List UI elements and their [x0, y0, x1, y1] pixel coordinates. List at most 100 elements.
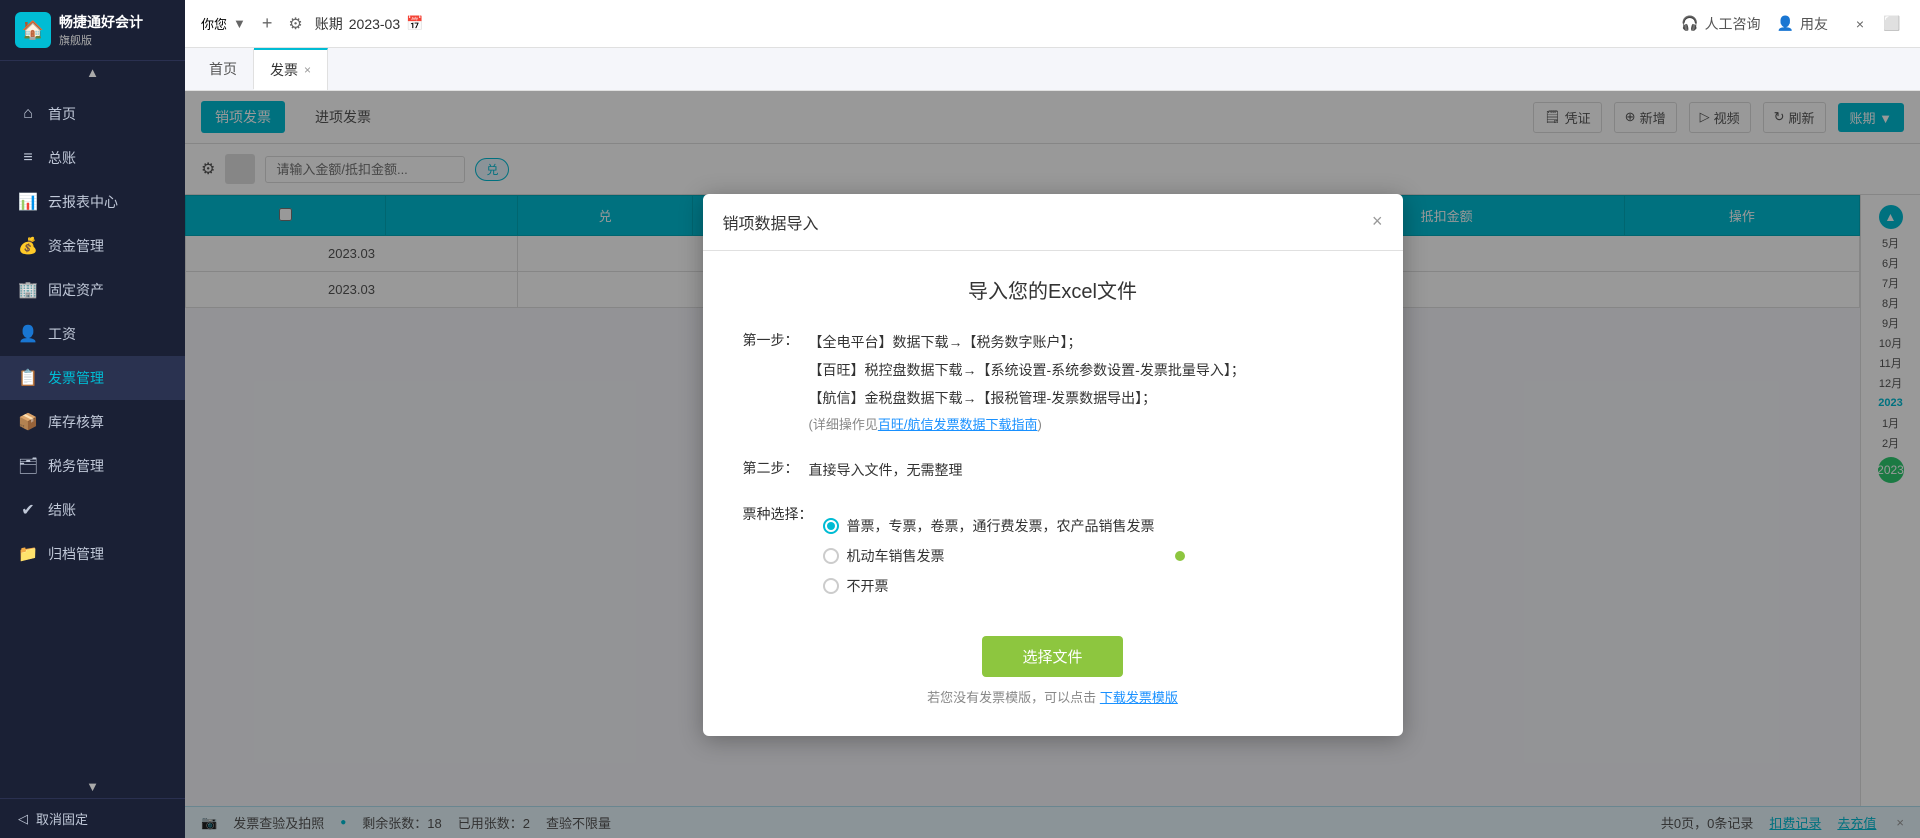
step1-link[interactable]: 百旺/航信发票数据下载指南 [878, 417, 1038, 432]
sidebar-label-home: 首页 [48, 104, 76, 124]
step1-label: 第一步： [743, 330, 799, 350]
modal-step2: 第二步： 直接导入文件，无需整理 [743, 456, 1363, 484]
sidebar-item-salary[interactable]: 👤 工资 [0, 312, 185, 356]
step1-line1: 【全电平台】数据下载→【税务数字账户】； [809, 328, 1245, 356]
step2-text: 直接导入文件，无需整理 [809, 462, 963, 478]
topbar-username: 你您 [201, 14, 227, 33]
modal-main-title: 导入您的Excel文件 [743, 275, 1363, 304]
tab-invoice[interactable]: 发票 × [254, 48, 328, 90]
sidebar-item-ledger[interactable]: ≡ 总账 [0, 136, 185, 180]
radio-circle-1 [823, 518, 839, 534]
sidebar-scroll-down[interactable]: ▼ [0, 775, 185, 798]
radio-circle-2 [823, 548, 839, 564]
logo-sub: 旗舰版 [59, 32, 143, 48]
radio-label-3: 不开票 [847, 576, 889, 596]
sidebar-label-asset: 固定资产 [48, 280, 104, 300]
topbar: 你您 ▼ + ⚙ 账期 2023-03 📅 🎧 人工咨询 👤 用友 [185, 0, 1920, 48]
radio-circle-3 [823, 578, 839, 594]
sidebar: 🏠 畅捷通好会计 旗舰版 ▲ ⌂ 首页 ≡ 总账 📊 云报表中心 💰 资金管理 [0, 0, 185, 838]
radio-dot-1 [827, 522, 835, 530]
sidebar-label-fund: 资金管理 [48, 236, 104, 256]
sidebar-unpin[interactable]: ◁ 取消固定 [0, 798, 185, 838]
ticket-label: 票种选择： [743, 504, 813, 524]
content-area: 销项发票 进项发票 🗒 凭证 ⊕ 新增 [185, 91, 1920, 838]
step1-hint: (详细操作见百旺/航信发票数据下载指南) [809, 412, 1245, 438]
logo-title: 畅捷通好会计 [59, 12, 143, 32]
step2-label: 第二步： [743, 458, 799, 478]
sidebar-item-fund[interactable]: 💰 资金管理 [0, 224, 185, 268]
modal-footer: 若您没有发票模版，可以点击 下载发票模版 [743, 687, 1363, 706]
modal-header: 销项数据导入 × [703, 194, 1403, 251]
ledger-icon: ≡ [18, 149, 38, 167]
user-avatar-icon: 👤 [1777, 15, 1794, 32]
radio-option-2[interactable]: 机动车销售发票 [823, 546, 1155, 566]
calendar-icon[interactable]: 📅 [406, 15, 423, 32]
sidebar-label-ledger: 总账 [48, 148, 76, 168]
modal-overlay: 销项数据导入 × 导入您的Excel文件 第一步： 【全电平台】数据下载→【税务… [185, 91, 1920, 838]
period-text-label: 账期 [315, 14, 343, 34]
step2-content: 直接导入文件，无需整理 [809, 456, 963, 484]
sidebar-item-archive[interactable]: 📁 归档管理 [0, 532, 185, 576]
topbar-add-button[interactable]: + [258, 13, 277, 34]
topbar-user[interactable]: 你您 ▼ [201, 14, 246, 33]
modal-close-button[interactable]: × [1372, 211, 1383, 232]
modal-body: 导入您的Excel文件 第一步： 【全电平台】数据下载→【税务数字账户】； 【百… [703, 251, 1403, 736]
tooltip-connector-dot [1175, 551, 1185, 561]
sidebar-label-inventory: 库存核算 [48, 412, 104, 432]
window-controls: × ⬜ [1848, 12, 1904, 36]
step1-line2: 【百旺】税控盘数据下载→【系统设置-系统参数设置-发票批量导入】； [809, 356, 1245, 384]
fund-icon: 💰 [18, 236, 38, 256]
report-icon: 📊 [18, 192, 38, 212]
sidebar-item-invoice[interactable]: 📋 发票管理 [0, 356, 185, 400]
tab-invoice-label: 发票 [270, 60, 298, 80]
radio-option-3[interactable]: 不开票 [823, 576, 1155, 596]
topbar-user-right[interactable]: 👤 用友 [1777, 14, 1828, 34]
radio-group: 普票，专票，卷票，通行费发票，农产品销售发票 机动车销售发票 [823, 516, 1155, 606]
sidebar-label-invoice: 发票管理 [48, 368, 104, 388]
sidebar-scroll-up[interactable]: ▲ [0, 61, 185, 84]
sidebar-label-salary: 工资 [48, 324, 76, 344]
topbar-right: 🎧 人工咨询 👤 用友 [1681, 14, 1828, 34]
sidebar-label-archive: 归档管理 [48, 544, 104, 564]
radio-label-2: 机动车销售发票 [847, 546, 945, 566]
sidebar-item-asset[interactable]: 🏢 固定资产 [0, 268, 185, 312]
sidebar-item-tax[interactable]: 🗂 税务管理 [0, 444, 185, 488]
window-maximize-button[interactable]: ⬜ [1880, 12, 1904, 36]
sidebar-label-tax: 税务管理 [48, 456, 104, 476]
invoice-icon: 📋 [18, 368, 38, 388]
tab-home-label: 首页 [209, 59, 237, 79]
pin-icon: ◁ [18, 811, 28, 827]
sidebar-item-report[interactable]: 📊 云报表中心 [0, 180, 185, 224]
radio-label-1: 普票，专票，卷票，通行费发票，农产品销售发票 [847, 516, 1155, 536]
topbar-dropdown-arrow: ▼ [233, 16, 246, 31]
radio-option-1[interactable]: 普票，专票，卷票，通行费发票，农产品销售发票 [823, 516, 1155, 536]
window-close-button[interactable]: × [1848, 12, 1872, 36]
topbar-user-right-label: 用友 [1800, 14, 1828, 34]
tab-home[interactable]: 首页 [193, 49, 254, 89]
period-value: 2023-03 [349, 16, 400, 32]
sidebar-item-home[interactable]: ⌂ 首页 [0, 92, 185, 136]
sidebar-item-inventory[interactable]: 📦 库存核算 [0, 400, 185, 444]
logo-text-block: 畅捷通好会计 旗舰版 [59, 12, 143, 48]
sidebar-nav: ⌂ 首页 ≡ 总账 📊 云报表中心 💰 资金管理 🏢 固定资产 👤 工资 [0, 84, 185, 775]
modal-dialog: 销项数据导入 × 导入您的Excel文件 第一步： 【全电平台】数据下载→【税务… [703, 194, 1403, 736]
topbar-settings-icon[interactable]: ⚙ [288, 14, 302, 34]
sidebar-item-close[interactable]: ✔ 结账 [0, 488, 185, 532]
topbar-period: 账期 2023-03 📅 [315, 14, 424, 34]
select-file-button[interactable]: 选择文件 [982, 636, 1122, 677]
step1-content: 【全电平台】数据下载→【税务数字账户】； 【百旺】税控盘数据下载→【系统设置-系… [809, 328, 1245, 438]
archive-icon: 📁 [18, 544, 38, 564]
consult-label: 人工咨询 [1705, 14, 1761, 34]
logo-icon: 🏠 [15, 12, 51, 48]
modal-title: 销项数据导入 [723, 210, 819, 234]
headset-icon: 🎧 [1681, 15, 1698, 32]
tab-invoice-close[interactable]: × [304, 63, 311, 77]
modal-step1: 第一步： 【全电平台】数据下载→【税务数字账户】； 【百旺】税控盘数据下载→【系… [743, 328, 1363, 438]
download-template-link[interactable]: 下载发票模版 [1100, 690, 1178, 705]
sidebar-logo: 🏠 畅捷通好会计 旗舰版 [0, 0, 185, 61]
footer-text: 若您没有发票模版，可以点击 [927, 690, 1096, 705]
salary-icon: 👤 [18, 324, 38, 344]
topbar-consult-button[interactable]: 🎧 人工咨询 [1681, 14, 1760, 34]
tax-icon: 🗂 [18, 456, 38, 476]
sidebar-unpin-label: 取消固定 [36, 809, 88, 828]
